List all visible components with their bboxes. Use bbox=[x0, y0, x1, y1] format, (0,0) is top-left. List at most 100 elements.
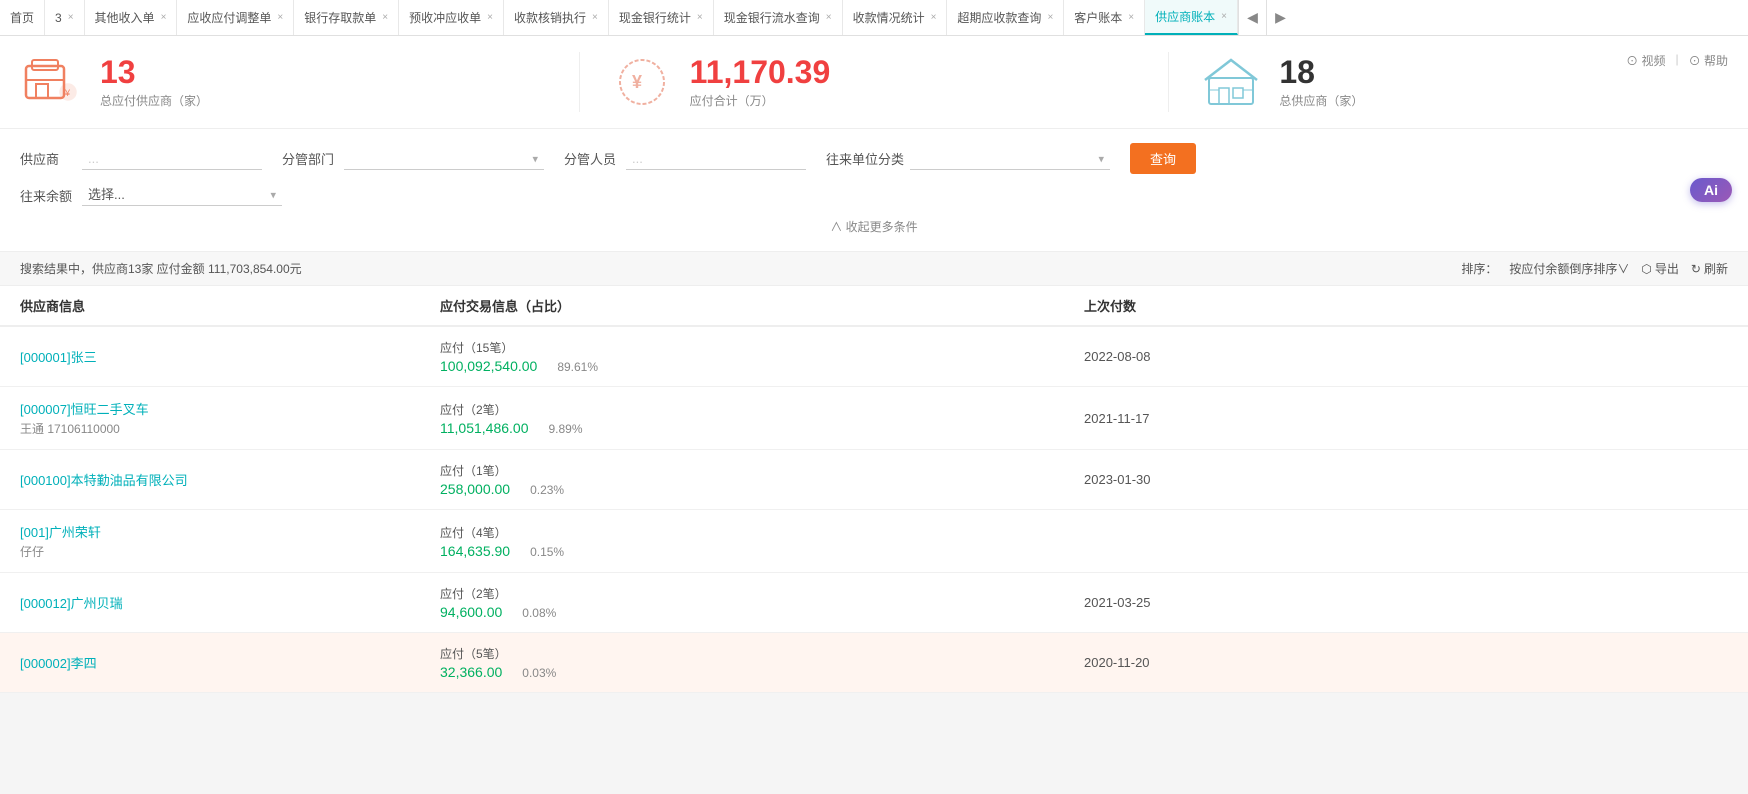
last-pay-cell: 2021-03-25 bbox=[1084, 595, 1728, 610]
filter-person: 分管人员 bbox=[564, 148, 806, 170]
refresh-button[interactable]: ↻ 刷新 bbox=[1691, 260, 1728, 277]
close-tab-bank[interactable]: × bbox=[382, 12, 388, 23]
supplier-link[interactable]: [001]广州荣轩 bbox=[20, 525, 101, 540]
nav-next-arrow[interactable]: ▶ bbox=[1266, 0, 1294, 35]
nav-tab-3[interactable]: 3 × bbox=[45, 0, 85, 35]
tx-row: 11,051,486.00 9.89% bbox=[440, 420, 1084, 436]
col-header-lastpay: 上次付数 bbox=[1084, 296, 1728, 315]
nav-tab-recvstat[interactable]: 收款情况统计 × bbox=[843, 0, 948, 35]
supplier-sub: 王通 17106110000 bbox=[20, 420, 440, 437]
table-row: [000002]李四 应付（5笔） 32,366.00 0.03% 2020-1… bbox=[0, 633, 1748, 693]
table-row: [000007]恒旺二手叉车 王通 17106110000 应付（2笔） 11,… bbox=[0, 387, 1748, 450]
tx-amount[interactable]: 32,366.00 bbox=[440, 664, 502, 680]
stat2-num: 11,170.39 bbox=[690, 56, 831, 88]
result-bar: 搜索结果中，供应商13家 应付金额 111,703,854.00元 排序： 按应… bbox=[0, 252, 1748, 286]
tx-label: 应付（5笔） bbox=[440, 645, 1084, 662]
sort-label: 排序： bbox=[1461, 260, 1497, 277]
nav-tab-income[interactable]: 其他收入单 × bbox=[85, 0, 178, 35]
supplier-link[interactable]: [000002]李四 bbox=[20, 656, 97, 671]
close-tab-cashflow[interactable]: × bbox=[826, 12, 832, 23]
supplier-cell: [000002]李四 bbox=[20, 653, 440, 672]
close-tab-supplierbook[interactable]: × bbox=[1221, 11, 1227, 22]
nav-tab-custbook[interactable]: 客户账本 × bbox=[1064, 0, 1145, 35]
tx-cell: 应付（15笔） 100,092,540.00 89.61% bbox=[440, 339, 1084, 374]
nav-tab-prepay[interactable]: 预收冲应收单 × bbox=[399, 0, 504, 35]
balance-dropdown[interactable]: 选择... ▾ bbox=[82, 184, 282, 206]
table-row: [001]广州荣轩 仔仔 应付（4笔） 164,635.90 0.15% bbox=[0, 510, 1748, 573]
svg-text:¥: ¥ bbox=[632, 72, 642, 92]
collapse-button[interactable]: ∧ 收起更多条件 bbox=[820, 216, 927, 237]
nav-tab-cashflow[interactable]: 现金银行流水查询 × bbox=[714, 0, 843, 35]
close-tab-recvstat[interactable]: × bbox=[931, 12, 937, 23]
nav-prev-arrow[interactable]: ◀ bbox=[1238, 0, 1266, 35]
tx-percent: 0.08% bbox=[522, 606, 556, 620]
tx-amount[interactable]: 258,000.00 bbox=[440, 481, 510, 497]
stat3-num: 18 bbox=[1279, 56, 1363, 88]
supplier-cell: [001]广州荣轩 仔仔 bbox=[20, 522, 440, 560]
tx-cell: 应付（1笔） 258,000.00 0.23% bbox=[440, 462, 1084, 497]
summary-item-2: ¥ 11,170.39 应付合计（万） bbox=[610, 50, 1139, 114]
supplier-sub: 仔仔 bbox=[20, 543, 440, 560]
tx-amount[interactable]: 94,600.00 bbox=[440, 604, 502, 620]
nav-tab-home[interactable]: 首页 bbox=[0, 0, 45, 35]
close-tab-prepay[interactable]: × bbox=[487, 12, 493, 23]
tx-cell: 应付（2笔） 94,600.00 0.08% bbox=[440, 585, 1084, 620]
supplier-link[interactable]: [000007]恒旺二手叉车 bbox=[20, 402, 149, 417]
divider-1 bbox=[579, 52, 580, 112]
close-tab-cashstat[interactable]: × bbox=[697, 12, 703, 23]
tx-amount[interactable]: 11,051,486.00 bbox=[440, 420, 529, 436]
tx-label: 应付（1笔） bbox=[440, 462, 1084, 479]
query-button[interactable]: 查询 bbox=[1130, 143, 1196, 174]
supplier-link[interactable]: [000012]广州贝瑞 bbox=[20, 596, 123, 611]
category-select[interactable] bbox=[910, 148, 1110, 170]
category-label: 往来单位分类 bbox=[826, 149, 904, 168]
divider-2 bbox=[1168, 52, 1169, 112]
ai-button[interactable]: Ai bbox=[1690, 178, 1732, 202]
store-icon bbox=[1199, 50, 1263, 114]
nav-tab-overdue[interactable]: 超期应收款查询 × bbox=[947, 0, 1064, 35]
table-row: [000001]张三 应付（15笔） 100,092,540.00 89.61%… bbox=[0, 327, 1748, 387]
top-nav: 首页 3 × 其他收入单 × 应收应付调整单 × 银行存取款单 × 预收冲应收单… bbox=[0, 0, 1748, 36]
category-dropdown[interactable]: ▾ bbox=[910, 148, 1110, 170]
close-tab-income[interactable]: × bbox=[161, 12, 167, 23]
summary-bar: ¥ 13 总应付供应商（家） ¥ 11,170.39 应付合计（万） bbox=[0, 36, 1748, 129]
balance-select[interactable]: 选择... bbox=[82, 184, 282, 206]
video-link[interactable]: ⊙ 视频 bbox=[1626, 52, 1665, 69]
tx-amount[interactable]: 100,092,540.00 bbox=[440, 358, 537, 374]
supplier-cell: [000100]本特勤油品有限公司 bbox=[20, 470, 440, 489]
last-pay-cell: 2023-01-30 bbox=[1084, 472, 1728, 487]
sort-value[interactable]: 按应付余额倒序排序∨ bbox=[1509, 260, 1629, 277]
nav-tab-cashstat[interactable]: 现金银行统计 × bbox=[609, 0, 714, 35]
stat1-label: 总应付供应商（家） bbox=[100, 92, 208, 109]
tx-row: 94,600.00 0.08% bbox=[440, 604, 1084, 620]
person-input[interactable] bbox=[626, 148, 806, 170]
export-button[interactable]: ⬡ 导出 bbox=[1641, 260, 1679, 277]
filter-row-1: 供应商 分管部门 ▾ 分管人员 往来单位分类 ▾ 查询 bbox=[20, 143, 1728, 174]
close-tab-3[interactable]: × bbox=[68, 12, 74, 23]
svg-text:¥: ¥ bbox=[64, 88, 71, 98]
tx-amount[interactable]: 164,635.90 bbox=[440, 543, 510, 559]
supplier-link[interactable]: [000001]张三 bbox=[20, 350, 97, 365]
close-tab-verify[interactable]: × bbox=[592, 12, 598, 23]
tx-percent: 9.89% bbox=[549, 422, 583, 436]
close-tab-adjust[interactable]: × bbox=[277, 12, 283, 23]
close-tab-overdue[interactable]: × bbox=[1047, 12, 1053, 23]
close-tab-custbook[interactable]: × bbox=[1128, 12, 1134, 23]
nav-tab-supplierbook[interactable]: 供应商账本 × bbox=[1145, 0, 1238, 35]
supplier-link[interactable]: [000100]本特勤油品有限公司 bbox=[20, 473, 188, 488]
summary-help: ⊙ 视频 | ⊙ 帮助 bbox=[1626, 52, 1728, 69]
dept-dropdown[interactable]: ▾ bbox=[344, 148, 544, 170]
supplier-input[interactable] bbox=[82, 148, 262, 170]
nav-tab-bank[interactable]: 银行存取款单 × bbox=[294, 0, 399, 35]
table-row: [000100]本特勤油品有限公司 应付（1笔） 258,000.00 0.23… bbox=[0, 450, 1748, 510]
supplier-icon: ¥ bbox=[20, 50, 84, 114]
tx-cell: 应付（2笔） 11,051,486.00 9.89% bbox=[440, 401, 1084, 436]
nav-tab-adjust[interactable]: 应收应付调整单 × bbox=[177, 0, 294, 35]
result-info: 搜索结果中，供应商13家 应付金额 111,703,854.00元 bbox=[20, 260, 302, 277]
filter-area: 供应商 分管部门 ▾ 分管人员 往来单位分类 ▾ 查询 bbox=[0, 129, 1748, 252]
person-label: 分管人员 bbox=[564, 149, 620, 168]
tx-cell: 应付（5笔） 32,366.00 0.03% bbox=[440, 645, 1084, 680]
nav-tab-verify[interactable]: 收款核销执行 × bbox=[504, 0, 609, 35]
dept-select[interactable] bbox=[344, 148, 544, 170]
help-link[interactable]: ⊙ 帮助 bbox=[1689, 52, 1728, 69]
